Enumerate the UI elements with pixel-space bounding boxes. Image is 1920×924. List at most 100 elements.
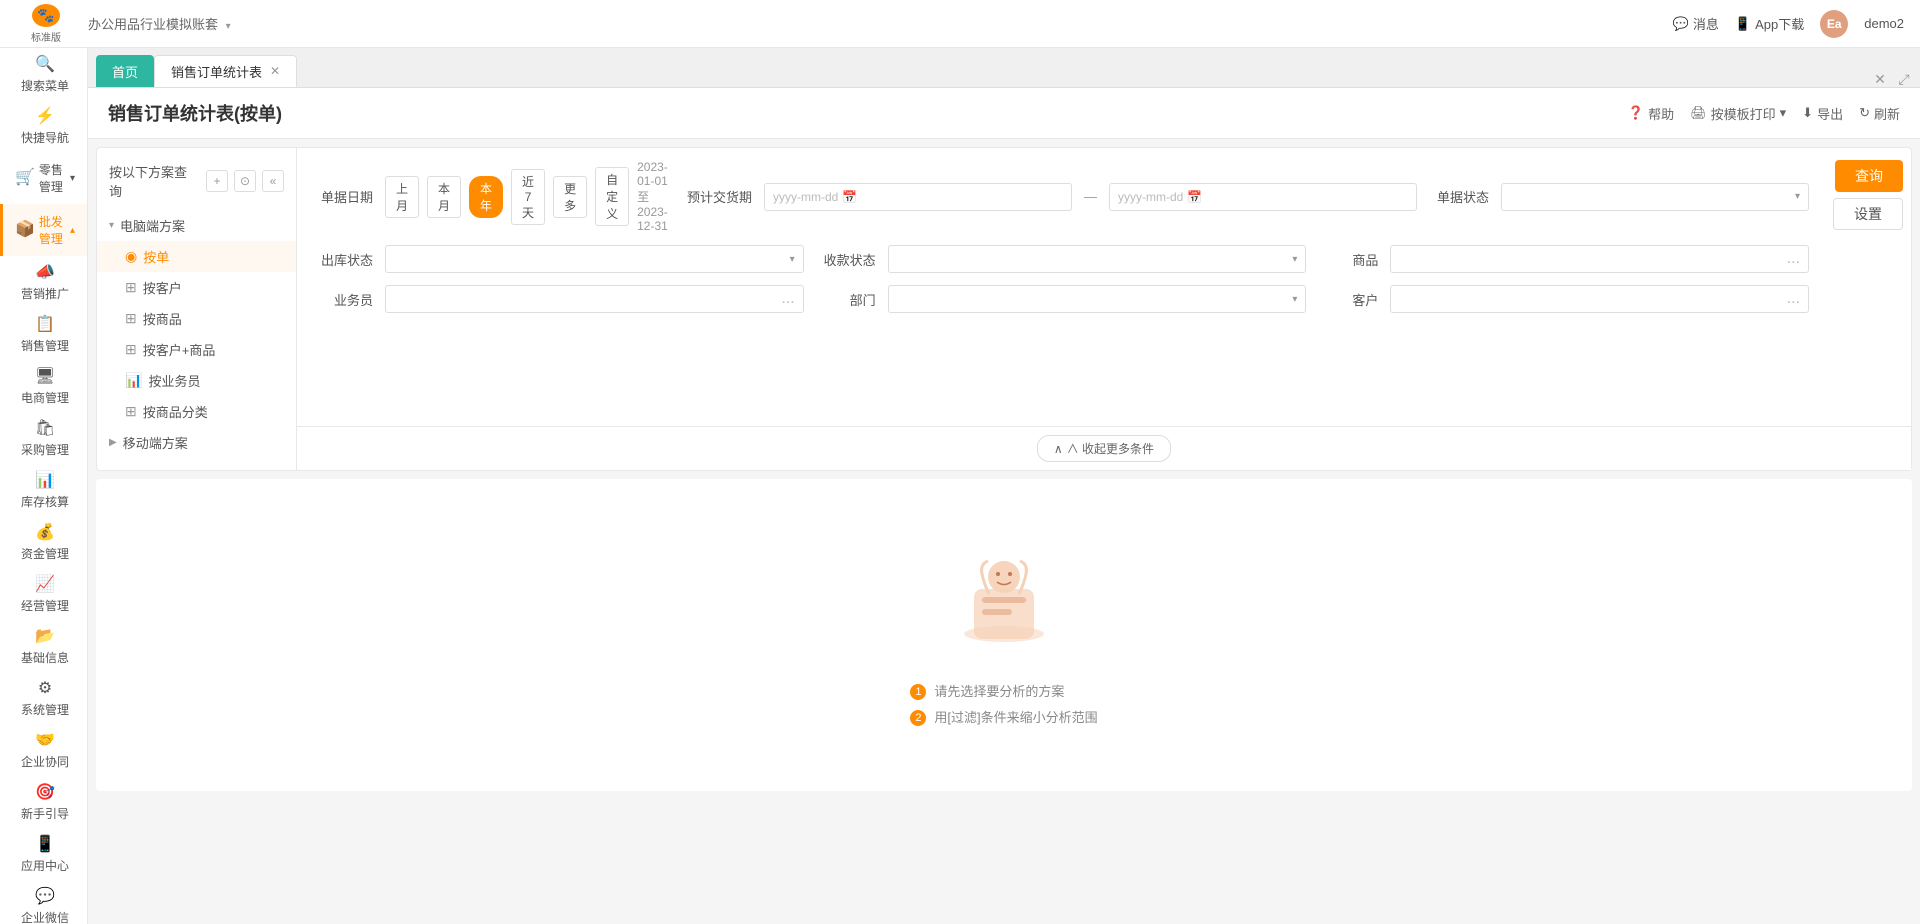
collapse-panel-icon[interactable]: « [262,170,284,192]
sidebar-item-operations[interactable]: 📈 经营管理 [0,568,87,620]
user-name[interactable]: demo2 [1864,16,1904,31]
refresh-btn[interactable]: ↻ 刷新 [1859,104,1900,123]
date-btn-this-month[interactable]: 本月 [427,176,461,218]
sidebar-item-label: 营销推广 [21,285,69,302]
date-range-text: 2023-01-01 至 2023-12-31 [637,160,675,233]
window-maximize-icon[interactable]: ⤢ [1896,71,1912,87]
export-btn[interactable]: ⬇ 导出 [1802,104,1843,123]
tree-item-by-order[interactable]: ◉ 按单 [97,241,296,272]
sidebar-item-purchase[interactable]: 🛍 采购管理 [0,412,87,464]
tree-item-by-goods-category[interactable]: ⊞ 按商品分类 [97,396,296,427]
print-dropdown-icon: ▾ [1780,105,1787,121]
date-btn-custom[interactable]: 自定义 [595,167,629,226]
search-button[interactable]: 查询 [1835,160,1903,192]
app-center-icon: 📱 [35,834,55,854]
settings-plan-icon[interactable]: ⊙ [234,170,256,192]
title-dropdown-icon[interactable]: ▾ [226,21,231,32]
tree-item-label: 按客户 [143,278,182,297]
tab-home-label: 首页 [112,62,138,81]
sidebar-item-enterprise-wechat[interactable]: 💬 企业微信 [0,880,87,924]
tree-item-label: 按客户+商品 [143,340,216,359]
date-btn-this-year[interactable]: 本年 [469,176,503,218]
sidebar-item-sales[interactable]: 📋 销售管理 [0,308,87,360]
tip-num-1: 1 [910,684,926,700]
tree-item-by-customer-goods[interactable]: ⊞ 按客户+商品 [97,334,296,365]
date-btn-last-month[interactable]: 上月 [385,176,419,218]
date-btn-last-7[interactable]: 近7天 [511,169,545,225]
filter-row-3: 业务员 ... 部门 ▾ [313,285,1809,313]
page-content: 销售订单统计表(按单) ❓ 帮助 🖨 按模板打印 ▾ ⬇ 导出 [88,88,1920,924]
sidebar-item-system[interactable]: ⚙ 系统管理 [0,672,87,724]
date-btn-more[interactable]: 更多 [553,176,587,218]
out-status-dropdown-icon: ▾ [790,254,795,265]
tree-item-by-salesman[interactable]: 📊 按业务员 [97,365,296,396]
customer-dots-icon[interactable]: ... [1787,290,1800,308]
sidebar-item-app-center[interactable]: 📱 应用中心 [0,828,87,880]
print-icon: 🖨 [1690,105,1707,121]
sidebar-item-retail[interactable]: 🛒 零售管理 ▾ [0,152,87,204]
operations-icon: 📈 [35,574,55,594]
salesman-input[interactable]: ... [385,285,804,313]
sidebar-item-cooperation[interactable]: 🤝 企业协同 [0,724,87,776]
system-icon: ⚙ [38,678,52,698]
expected-date-label: 预计交货期 [687,187,752,206]
template-print-btn[interactable]: 🖨 按模板打印 ▾ [1690,104,1786,123]
topbar: 🐾 标准版 办公用品行业模拟账套 ▾ 💬 消息 📱 App下载 Ea demo2 [0,0,1920,48]
sidebar-item-basic[interactable]: 📂 基础信息 [0,620,87,672]
sidebar-item-label: 电商管理 [21,389,69,406]
wholesale-icon: 📦 [15,219,35,239]
reset-button[interactable]: 设置 [1833,198,1903,230]
status-select[interactable]: ▾ [1501,183,1809,211]
sidebar-item-newbie[interactable]: 🎯 新手引导 [0,776,87,828]
logo: 🐾 标准版 [16,4,76,44]
sidebar-item-ecommerce[interactable]: 🖥 电商管理 [0,360,87,412]
collapse-button[interactable]: ∧ ∧ 收起更多条件 [1037,435,1171,462]
help-icon: ❓ [1628,105,1644,121]
goods-dots-icon[interactable]: ... [1787,250,1800,268]
goods-input[interactable]: ... [1390,245,1809,273]
page-header: 销售订单统计表(按单) ❓ 帮助 🖨 按模板打印 ▾ ⬇ 导出 [88,88,1920,139]
status-label: 单据状态 [1429,187,1489,206]
tab-home[interactable]: 首页 [96,55,154,87]
filter-section: 按以下方案查询 + ⊙ « ▾ 电脑端方案 [96,147,1912,471]
tree-item-by-goods[interactable]: ⊞ 按商品 [97,303,296,334]
sidebar-item-marketing[interactable]: 📣 营销推广 [0,256,87,308]
tree-item-label: 按单 [143,247,169,266]
receipt-status-select[interactable]: ▾ [888,245,1307,273]
tree-section: ▾ 电脑端方案 ◉ 按单 ⊞ 按客户 [97,206,296,462]
sidebar-item-label: 快捷导航 [21,129,69,146]
expected-date-start[interactable]: yyyy-mm-dd 📅 [764,183,1072,211]
sidebar-item-search-menu[interactable]: 🔍 搜索菜单 [0,48,87,100]
sidebar-item-label: 系统管理 [21,701,69,718]
tree-pc-section[interactable]: ▾ 电脑端方案 [97,210,296,241]
tree-mobile-section[interactable]: ▶ 移动端方案 [97,427,296,458]
avatar[interactable]: Ea [1820,10,1848,38]
sidebar-item-quick-nav[interactable]: ⚡ 快捷导航 [0,100,87,152]
ecommerce-icon: 🖥 [35,366,55,386]
sidebar-item-finance[interactable]: 💰 资金管理 [0,516,87,568]
sidebar-item-wholesale[interactable]: 📦 批发管理 ▴ [0,204,87,256]
sidebar-item-label: 销售管理 [21,337,69,354]
sidebar-item-inventory[interactable]: 📊 库存核算 [0,464,87,516]
finance-icon: 💰 [35,522,55,542]
tree-collapse-icon: ▶ [109,437,117,448]
newbie-icon: 🎯 [35,782,55,802]
tab-close-icon[interactable]: ✕ [270,64,280,78]
out-status-select[interactable]: ▾ [385,245,804,273]
window-close-icon[interactable]: ✕ [1872,71,1888,87]
tree-item-by-customer[interactable]: ⊞ 按客户 [97,272,296,303]
customer-input[interactable]: ... [1390,285,1809,313]
expected-date-end[interactable]: yyyy-mm-dd 📅 [1109,183,1417,211]
left-panel-header: 按以下方案查询 + ⊙ « [97,156,296,206]
dept-select[interactable]: ▾ [888,285,1307,313]
sidebar-item-label: 零售管理 [39,161,66,195]
add-plan-icon[interactable]: + [206,170,228,192]
salesman-dots-icon[interactable]: ... [781,290,794,308]
dept-dropdown-icon: ▾ [1292,294,1297,305]
message-btn[interactable]: 💬 消息 [1673,14,1719,33]
tree-mobile-label: 移动端方案 [123,433,188,452]
right-area: 单据日期 上月 本月 本年 近7天 更多 自定义 2023-01-01 至 20… [297,148,1911,470]
app-download-btn[interactable]: 📱 App下载 [1735,14,1804,33]
tab-sales-order[interactable]: 销售订单统计表 ✕ [154,55,297,87]
help-btn[interactable]: ❓ 帮助 [1628,104,1674,123]
